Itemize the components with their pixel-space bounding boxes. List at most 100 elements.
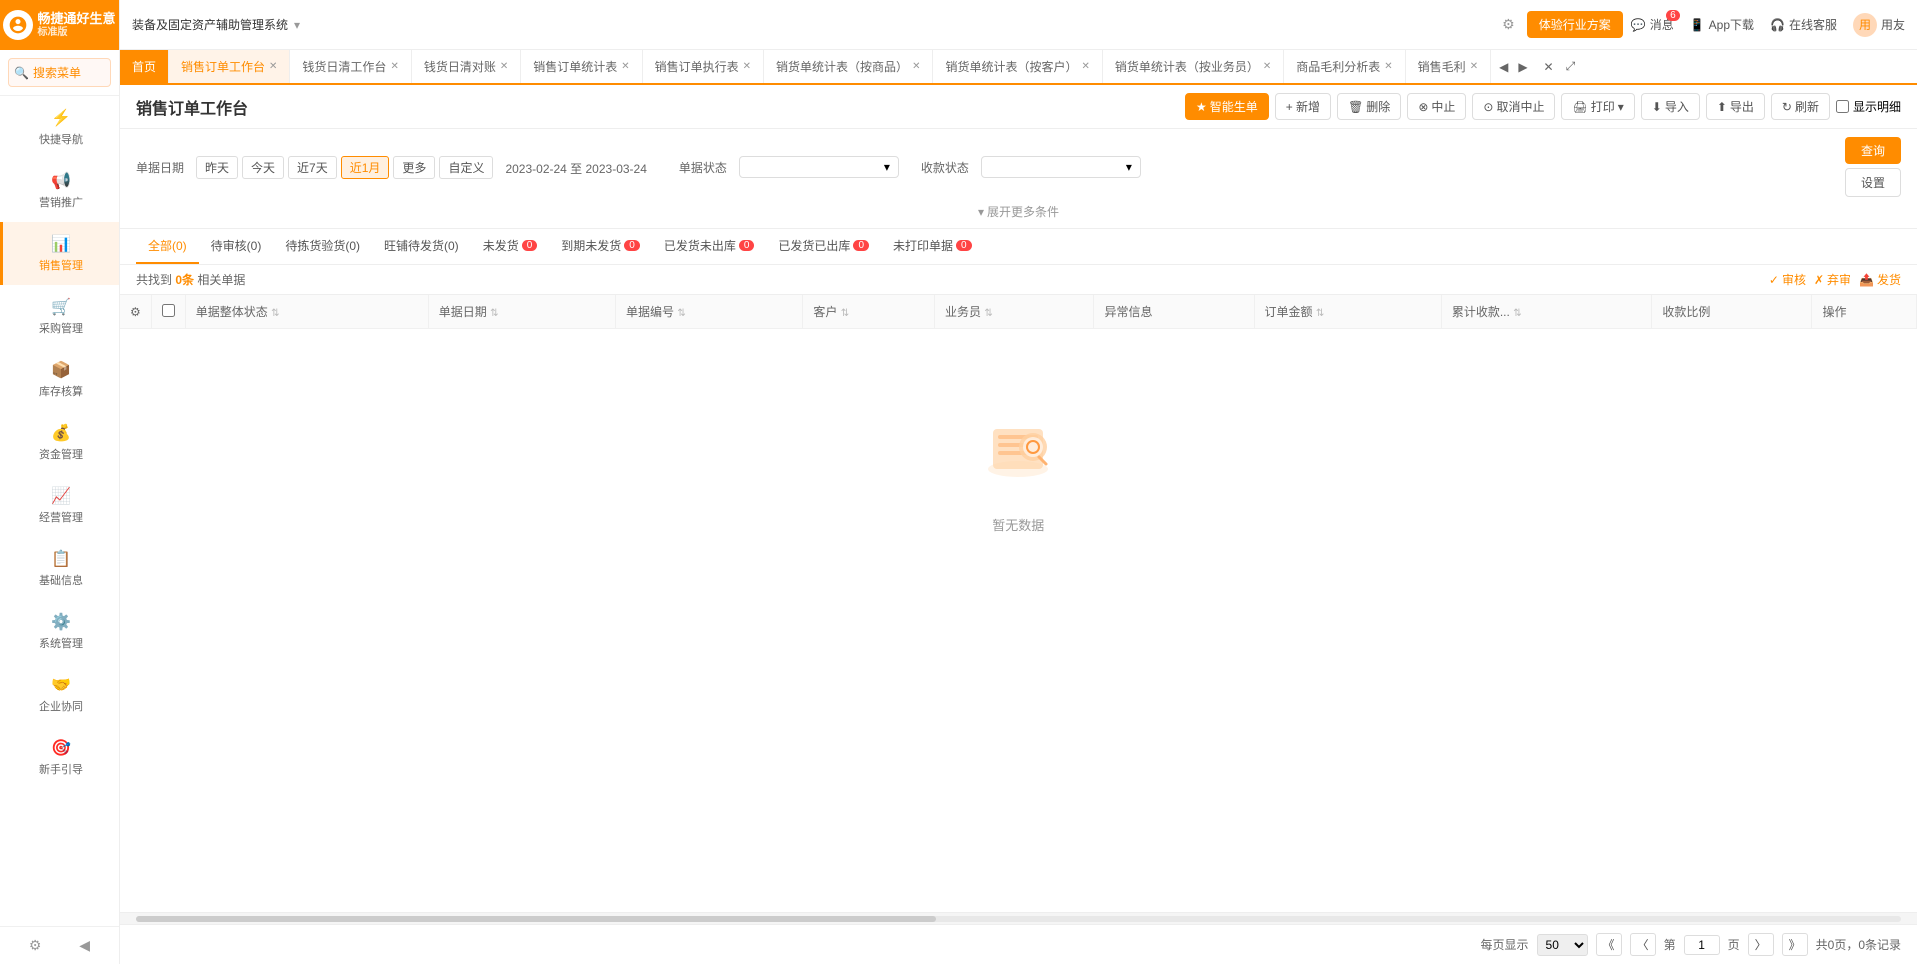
filter-settings-button[interactable]: 设置 [1845, 168, 1901, 197]
date-btn-more[interactable]: 更多 [393, 156, 435, 179]
column-salesperson[interactable]: 业务员 ⇅ [934, 295, 1093, 329]
sub-tab-shipped-not-out[interactable]: 已发货未出库 0 [652, 229, 767, 264]
tab-close-sales-stats[interactable]: ✕ [621, 61, 629, 72]
tab-close-sales-profit[interactable]: ✕ [1470, 61, 1478, 72]
sidebar-nav: ⚡ 快捷导航 📢 营销推广 📊 销售管理 🛒 采购管理 📦 库存核算 💰 资金管… [0, 96, 119, 926]
sidebar-item-finance[interactable]: 💰 资金管理 [0, 411, 119, 474]
settings-bottom-btn[interactable]: ⚙ [29, 937, 42, 954]
column-amount[interactable]: 订单金额 ⇅ [1254, 295, 1441, 329]
tab-sales-summary-product[interactable]: 销货单统计表（按商品） ✕ [764, 50, 933, 83]
tab-home[interactable]: 首页 [120, 50, 169, 83]
date-btn-custom[interactable]: 自定义 [439, 156, 493, 179]
tab-sales-exec[interactable]: 销售订单执行表 ✕ [643, 50, 764, 83]
query-button[interactable]: 查询 [1845, 137, 1901, 164]
sidebar-item-quick-nav[interactable]: ⚡ 快捷导航 [0, 96, 119, 159]
first-page-button[interactable]: 《 [1596, 933, 1622, 956]
smart-create-button[interactable]: ★ 智能生单 [1185, 93, 1269, 120]
date-btn-today[interactable]: 今天 [242, 156, 284, 179]
expand-filter-button[interactable]: ▾ 展开更多条件 [978, 203, 1059, 220]
topbar-gear-icon[interactable]: ⚙ [1502, 16, 1515, 33]
tab-close-product-margin[interactable]: ✕ [1384, 61, 1392, 72]
sidebar-item-purchase[interactable]: 🛒 采购管理 [0, 285, 119, 348]
tab-cash-daily[interactable]: 钱货日清工作台 ✕ [290, 50, 411, 83]
tab-sales-profit[interactable]: 销售毛利 ✕ [1406, 50, 1491, 83]
sub-tab-not-printed[interactable]: 未打印单据 0 [881, 229, 984, 264]
cancel-stop-button[interactable]: ⊙ 取消中止 [1472, 93, 1555, 120]
tab-maximize[interactable]: ⤢ [1562, 57, 1580, 76]
sidebar-item-marketing[interactable]: 📢 营销推广 [0, 159, 119, 222]
tab-close-sales-summary-staff[interactable]: ✕ [1263, 61, 1271, 72]
column-settings[interactable]: ⚙ [120, 295, 151, 329]
show-detail-checkbox-label[interactable]: 显示明细 [1836, 98, 1901, 115]
horizontal-scrollbar[interactable] [120, 912, 1917, 924]
tab-scroll-left[interactable]: ◀ [1495, 58, 1512, 76]
tab-product-margin[interactable]: 商品毛利分析表 ✕ [1284, 50, 1405, 83]
audit-button[interactable]: ✓ 审核 [1769, 271, 1806, 288]
column-customer[interactable]: 客户 ⇅ [803, 295, 935, 329]
show-detail-checkbox[interactable] [1836, 100, 1849, 113]
collapse-sidebar-btn[interactable]: ◀ [79, 937, 90, 954]
payment-filter-dropdown[interactable]: ▾ [981, 156, 1141, 178]
page-number-input[interactable] [1684, 935, 1720, 955]
tab-close-sales-summary-customer[interactable]: ✕ [1081, 61, 1089, 72]
next-page-button[interactable]: 〉 [1748, 933, 1774, 956]
sub-tab-all[interactable]: 全部(0) [136, 229, 199, 264]
column-date[interactable]: 单据日期 ⇅ [428, 295, 615, 329]
tab-close-sales-exec[interactable]: ✕ [743, 61, 751, 72]
date-btn-7days[interactable]: 近7天 [288, 156, 337, 179]
tab-sales-workbench[interactable]: 销售订单工作台 ✕ [169, 50, 290, 83]
tab-close-cash-reconcile[interactable]: ✕ [500, 61, 508, 72]
message-button[interactable]: 💬 消息 6 [1631, 16, 1674, 33]
refresh-button[interactable]: ↻ 刷新 [1771, 93, 1830, 120]
prev-page-button[interactable]: 〈 [1630, 933, 1656, 956]
import-button[interactable]: ⬇ 导入 [1641, 93, 1700, 120]
date-btn-1month[interactable]: 近1月 [341, 156, 390, 179]
sidebar-item-base-info[interactable]: 📋 基础信息 [0, 537, 119, 600]
last-page-button[interactable]: 》 [1782, 933, 1808, 956]
scrollbar-thumb[interactable] [136, 916, 936, 922]
print-dropdown-icon[interactable]: ▾ [1618, 100, 1624, 114]
export-button[interactable]: ⬆ 导出 [1706, 93, 1765, 120]
tab-close-current[interactable]: ✕ [1540, 58, 1558, 76]
sub-tab-pending-review[interactable]: 待审核(0) [199, 229, 274, 264]
sub-tab-shipped-out[interactable]: 已发货已出库 0 [766, 229, 881, 264]
ship-button[interactable]: 📤 发货 [1859, 271, 1901, 288]
sub-tab-overdue-not-shipped[interactable]: 到期未发货 0 [549, 229, 652, 264]
per-page-select[interactable]: 10 20 50 100 [1537, 934, 1588, 956]
add-button[interactable]: + 新增 [1275, 93, 1331, 120]
tab-close-sales-summary-product[interactable]: ✕ [912, 61, 920, 72]
status-filter-dropdown[interactable]: ▾ [739, 156, 899, 178]
sidebar-item-operations[interactable]: 📈 经营管理 [0, 474, 119, 537]
tab-sales-summary-customer[interactable]: 销货单统计表（按客户） ✕ [933, 50, 1102, 83]
column-number[interactable]: 单据编号 ⇅ [616, 295, 803, 329]
stop-button[interactable]: ⊗ 中止 [1407, 93, 1466, 120]
tab-scroll-right[interactable]: ▶ [1514, 58, 1531, 76]
app-download-button[interactable]: 📱 App下载 [1690, 16, 1754, 33]
solution-button[interactable]: 体验行业方案 [1527, 11, 1623, 38]
sub-tab-pending-inspect[interactable]: 待拣货验货(0) [273, 229, 372, 264]
base-info-icon: 📋 [51, 549, 71, 569]
tab-sales-stats[interactable]: 销售订单统计表 ✕ [521, 50, 642, 83]
date-btn-yesterday[interactable]: 昨天 [196, 156, 238, 179]
tab-close-sales-workbench[interactable]: ✕ [269, 61, 277, 72]
tab-sales-summary-staff[interactable]: 销货单统计表（按业务员） ✕ [1103, 50, 1284, 83]
sidebar-item-sales[interactable]: 📊 销售管理 [0, 222, 119, 285]
user-menu-button[interactable]: 用 用友 [1853, 13, 1905, 37]
sidebar-item-inventory[interactable]: 📦 库存核算 [0, 348, 119, 411]
system-name-dropdown-icon[interactable]: ▾ [294, 18, 300, 32]
print-button[interactable]: 🖨 打印 ▾ [1561, 93, 1634, 120]
sidebar-item-newbie[interactable]: 🎯 新手引导 [0, 726, 119, 789]
tab-close-cash-daily[interactable]: ✕ [390, 61, 398, 72]
select-all-checkbox[interactable] [162, 304, 175, 317]
cancel-audit-button[interactable]: ✗ 弃审 [1814, 271, 1851, 288]
delete-button[interactable]: 🗑 删除 [1337, 93, 1401, 120]
sub-tab-not-shipped[interactable]: 未发货 0 [471, 229, 550, 264]
tab-cash-reconcile[interactable]: 钱货日清对账 ✕ [412, 50, 521, 83]
column-status[interactable]: 单据整体状态 ⇅ [185, 295, 428, 329]
sub-tab-wangpu-pending[interactable]: 旺铺待发货(0) [372, 229, 471, 264]
column-collected[interactable]: 累计收款... ⇅ [1441, 295, 1652, 329]
sidebar-item-enterprise[interactable]: 🤝 企业协同 [0, 663, 119, 726]
sidebar-item-system[interactable]: ⚙️ 系统管理 [0, 600, 119, 663]
online-service-button[interactable]: 🎧 在线客服 [1770, 16, 1837, 33]
search-menu-button[interactable]: 🔍 搜索菜单 [8, 58, 111, 87]
